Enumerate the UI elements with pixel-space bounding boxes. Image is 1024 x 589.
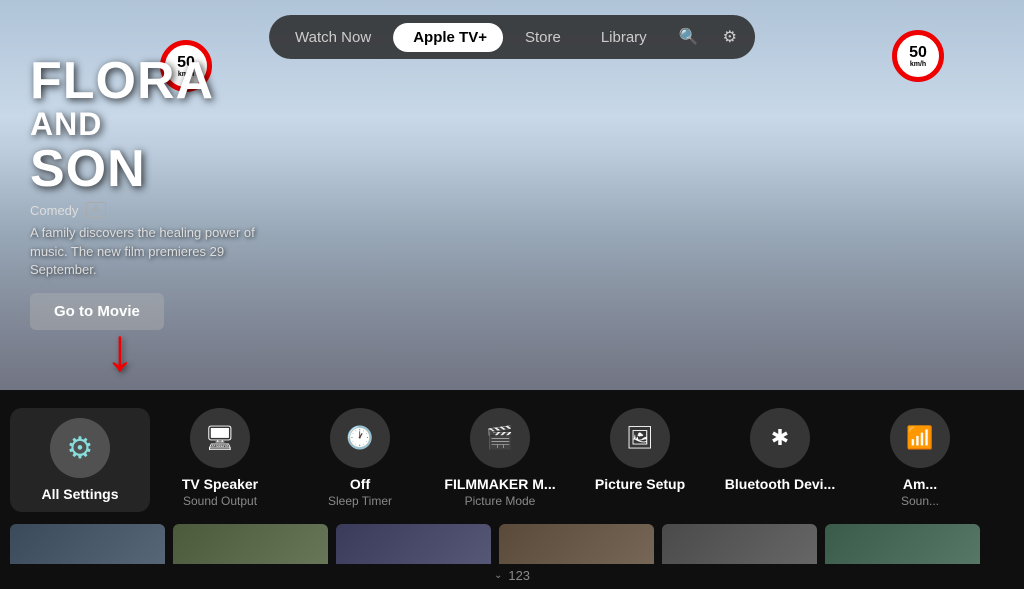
speed-number-right: 50 bbox=[909, 45, 927, 61]
picture-setup-item[interactable]: 🖼 Picture Setup bbox=[570, 408, 710, 494]
speed-unit-right: km/h bbox=[910, 61, 926, 68]
nav-apple-tv-label: Apple TV+ bbox=[413, 29, 487, 46]
thumb-bg-6: S... bbox=[825, 524, 980, 564]
sound-icon-circle: 📶 bbox=[890, 408, 950, 468]
sound-icon: 📶 bbox=[906, 425, 933, 451]
settings-icons-row: ⚙ All Settings 🖥 TV Speaker Sound Output… bbox=[0, 390, 1024, 520]
sound-sublabel: Soun... bbox=[901, 494, 939, 508]
thumbnail-item[interactable]: Spirited Apple TV+ bbox=[499, 524, 654, 564]
nav-apple-tv[interactable]: Apple TV+ bbox=[393, 23, 503, 52]
speed-sign-right: 50 km/h bbox=[892, 30, 944, 82]
rating-badge: A bbox=[86, 202, 105, 218]
thumbnails-row: Stephen Curry: Unde... Apple TV+ Ted Las… bbox=[0, 524, 1024, 564]
thumb-bg-1: Stephen Curry: Unde... Apple TV+ bbox=[10, 524, 165, 564]
tv-speaker-sublabel: Sound Output bbox=[183, 494, 257, 508]
monitor-icon: 🖥 bbox=[205, 424, 235, 453]
tv-speaker-label: TV Speaker bbox=[182, 476, 258, 492]
movie-title: FLORA AND SON bbox=[30, 54, 270, 197]
filmmaker-mode-item[interactable]: 🎬 FILMMAKER M... Picture Mode bbox=[430, 408, 570, 508]
sleep-timer-label: Off bbox=[350, 476, 370, 492]
movie-description: A family discovers the healing power of … bbox=[30, 224, 270, 279]
channel-bar: ⌄ 123 bbox=[0, 564, 1024, 589]
sound-label: Am... bbox=[903, 476, 937, 492]
top-navigation: Watch Now Apple TV+ Store Library 🔍 ⚙ bbox=[269, 15, 755, 59]
thumb-bg-2: Ted Lasso Apple TV+ bbox=[173, 524, 328, 564]
thumbnail-item[interactable]: Stephen Curry: Unde... Apple TV+ bbox=[10, 524, 165, 564]
hero-content: FLORA AND SON Comedy A A family discover… bbox=[30, 54, 270, 330]
thumb-bg-5: Ghosted Apple TV+ bbox=[662, 524, 817, 564]
filmmaker-sublabel: Picture Mode bbox=[465, 494, 536, 508]
thumb-bg-3: Foundation Apple TV+ bbox=[336, 524, 491, 564]
genre-label: Comedy bbox=[30, 203, 78, 218]
sleep-timer-icon-circle: 🕐 bbox=[330, 408, 390, 468]
title-line1: FLORA bbox=[30, 54, 270, 109]
go-to-movie-button[interactable]: Go to Movie bbox=[30, 293, 164, 330]
nav-watch-now[interactable]: Watch Now bbox=[277, 23, 389, 52]
hero-section: 50 km/h 50 km/h Watch Now Apple TV+ Stor… bbox=[0, 0, 1024, 390]
thumb-bg-4: Spirited Apple TV+ bbox=[499, 524, 654, 564]
bluetooth-icon-circle: ✱ bbox=[750, 408, 810, 468]
movie-meta: Comedy A bbox=[30, 202, 270, 218]
picture-setup-icon-circle: 🖼 bbox=[610, 408, 670, 468]
thumbnail-item[interactable]: S... bbox=[825, 524, 980, 564]
bluetooth-item[interactable]: ✱ Bluetooth Devi... bbox=[710, 408, 850, 494]
sound-item[interactable]: 📶 Am... Soun... bbox=[850, 408, 990, 508]
tv-speaker-icon-circle: 🖥 bbox=[190, 408, 250, 468]
channel-number: 123 bbox=[508, 568, 530, 583]
chevron-down-icon: ⌄ bbox=[494, 570, 502, 581]
all-settings-label: All Settings bbox=[41, 486, 118, 502]
bluetooth-label: Bluetooth Devi... bbox=[725, 476, 835, 492]
red-arrow-indicator: ↓ bbox=[105, 320, 135, 380]
sleep-timer-sublabel: Sleep Timer bbox=[328, 494, 392, 508]
thumbnail-item[interactable]: Ted Lasso Apple TV+ bbox=[173, 524, 328, 564]
all-settings-item[interactable]: ⚙ All Settings bbox=[10, 408, 150, 512]
sleep-timer-item[interactable]: 🕐 Off Sleep Timer bbox=[290, 408, 430, 508]
bluetooth-icon: ✱ bbox=[771, 425, 789, 451]
all-settings-icon-circle: ⚙ bbox=[50, 418, 110, 478]
title-and: AND bbox=[30, 108, 270, 142]
clock-icon: 🕐 bbox=[346, 425, 373, 451]
filmmaker-label: FILMMAKER M... bbox=[444, 476, 555, 492]
gear-icon[interactable]: ⚙ bbox=[713, 21, 747, 53]
picture-setup-label: Picture Setup bbox=[595, 476, 685, 492]
filmmaker-icon-circle: 🎬 bbox=[470, 408, 530, 468]
film-icon: 🎬 bbox=[486, 425, 513, 451]
thumbnail-item[interactable]: Ghosted Apple TV+ bbox=[662, 524, 817, 564]
thumbnail-item[interactable]: Foundation Apple TV+ bbox=[336, 524, 491, 564]
nav-store[interactable]: Store bbox=[507, 23, 579, 52]
settings-bar: ⚙ All Settings 🖥 TV Speaker Sound Output… bbox=[0, 390, 1024, 589]
picture-icon: 🖼 bbox=[626, 425, 654, 451]
nav-library[interactable]: Library bbox=[583, 23, 665, 52]
title-line2: SON bbox=[30, 142, 270, 197]
tv-speaker-item[interactable]: 🖥 TV Speaker Sound Output bbox=[150, 408, 290, 508]
gear-settings-icon: ⚙ bbox=[67, 431, 94, 466]
search-icon[interactable]: 🔍 bbox=[669, 21, 709, 53]
